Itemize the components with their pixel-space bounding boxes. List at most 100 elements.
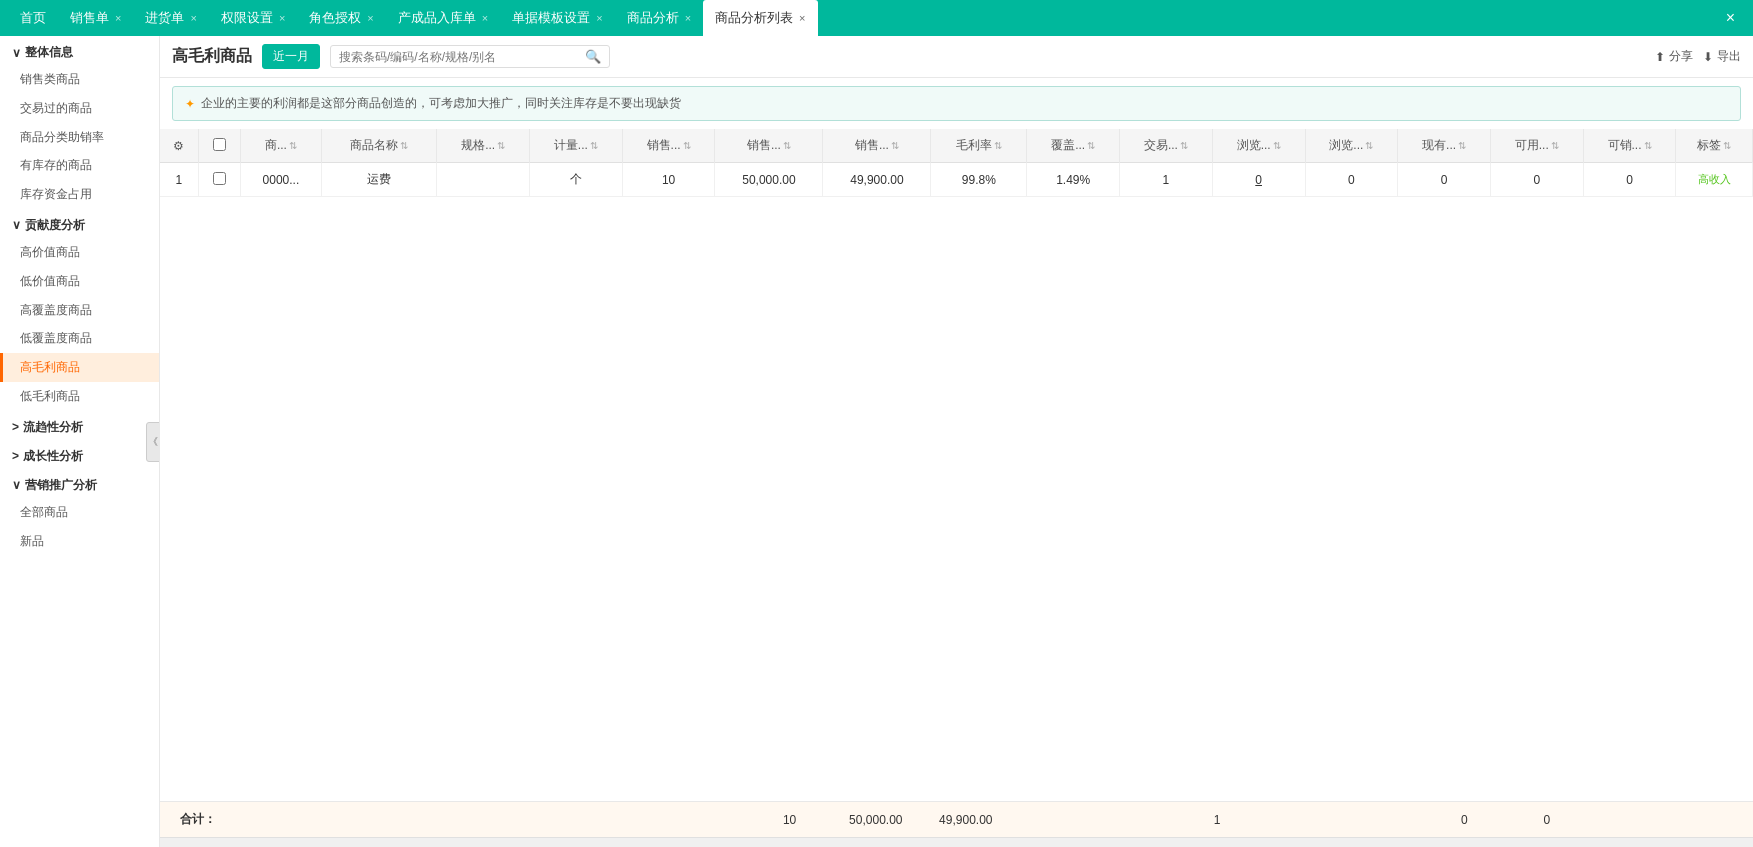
cell-code[interactable]: 0000... <box>241 163 322 197</box>
nav-item-单据模板设置[interactable]: 单据模板设置× <box>500 0 614 36</box>
sort-icon: ⇅ <box>1087 140 1095 151</box>
col-header-settings: ⚙ <box>160 129 198 163</box>
cell-checkbox[interactable] <box>198 163 240 197</box>
cell-name: 运费 <box>321 163 436 197</box>
nav-close-icon[interactable]: × <box>596 0 602 36</box>
cell-saleAmt2: 49,900.00 <box>823 163 931 197</box>
col-header-code[interactable]: 商...⇅ <box>241 129 322 163</box>
footer-cell-14: 0 <box>1423 813 1505 827</box>
cell-saleable: 0 <box>1583 163 1676 197</box>
sidebar-item-低毛利商品[interactable]: 低毛利商品 <box>0 382 159 411</box>
sidebar-group-贡献度分析[interactable]: ∨贡献度分析 <box>0 209 159 238</box>
footer-cell-7: 50,000.00 <box>831 813 921 827</box>
sidebar-item-有库存的商品[interactable]: 有库存的商品 <box>0 151 159 180</box>
col-header-browse1[interactable]: 浏览...⇅ <box>1212 129 1305 163</box>
cell-saleQty: 10 <box>622 163 715 197</box>
sidebar-group-营销推广分析[interactable]: ∨营销推广分析 <box>0 469 159 498</box>
info-icon: ✦ <box>185 97 195 111</box>
col-header-tag[interactable]: 标签⇅ <box>1676 129 1753 163</box>
search-input[interactable] <box>339 50 581 64</box>
nav-close-icon[interactable]: × <box>115 0 121 36</box>
sort-icon: ⇅ <box>1365 140 1373 151</box>
cell-grossRate: 99.8% <box>931 163 1027 197</box>
sort-icon: ⇅ <box>497 140 505 151</box>
nav-close-icon[interactable]: × <box>190 0 196 36</box>
close-all-button[interactable]: × <box>1716 9 1745 27</box>
settings-icon[interactable]: ⚙ <box>173 139 184 153</box>
select-all-checkbox[interactable] <box>213 138 226 151</box>
col-header-trade[interactable]: 交易...⇅ <box>1120 129 1213 163</box>
sidebar-item-高覆盖度商品[interactable]: 高覆盖度商品 <box>0 296 159 325</box>
sidebar-collapse-button[interactable]: 《 <box>146 422 160 462</box>
tag-badge: 高收入 <box>1698 173 1731 185</box>
cell-saleAmt: 50,000.00 <box>715 163 823 197</box>
nav-close-icon[interactable]: × <box>279 0 285 36</box>
col-header-saleQty[interactable]: 销售...⇅ <box>622 129 715 163</box>
sidebar-item-销售类商品[interactable]: 销售类商品 <box>0 65 159 94</box>
sidebar-item-交易过的商品[interactable]: 交易过的商品 <box>0 94 159 123</box>
sidebar-group-流趋性分析[interactable]: >流趋性分析 <box>0 411 159 440</box>
nav-item-商品分析列表[interactable]: 商品分析列表× <box>703 0 817 36</box>
sidebar-item-低覆盖度商品[interactable]: 低覆盖度商品 <box>0 324 159 353</box>
nav-item-商品分析[interactable]: 商品分析× <box>615 0 703 36</box>
sidebar-item-低价值商品[interactable]: 低价值商品 <box>0 267 159 296</box>
col-header-available[interactable]: 可用...⇅ <box>1490 129 1583 163</box>
col-header-spec[interactable]: 规格...⇅ <box>437 129 530 163</box>
search-icon[interactable]: 🔍 <box>585 49 601 64</box>
nav-close-icon[interactable]: × <box>799 0 805 36</box>
search-box: 🔍 <box>330 45 610 68</box>
col-header-saleAmt2[interactable]: 销售...⇅ <box>823 129 931 163</box>
col-header-grossRate[interactable]: 毛利率⇅ <box>931 129 1027 163</box>
nav-item-产成品入库单[interactable]: 产成品入库单× <box>386 0 500 36</box>
chevron-icon: > <box>12 420 19 434</box>
cell-browse2: 0 <box>1305 163 1398 197</box>
sidebar-item-库存资金占用[interactable]: 库存资金占用 <box>0 180 159 209</box>
cell-tag: 高收入 <box>1676 163 1753 197</box>
footer-cell-8: 49,900.00 <box>921 813 1011 827</box>
share-button[interactable]: ⬆ 分享 <box>1655 48 1693 65</box>
col-header-browse2[interactable]: 浏览...⇅ <box>1305 129 1398 163</box>
col-header-unit[interactable]: 计量...⇅ <box>530 129 623 163</box>
sidebar-item-新品[interactable]: 新品 <box>0 527 159 556</box>
cell-available: 0 <box>1490 163 1583 197</box>
sidebar-group-成长性分析[interactable]: >成长性分析 <box>0 440 159 469</box>
scroll-bar[interactable] <box>160 837 1753 847</box>
cell-current: 0 <box>1398 163 1491 197</box>
export-button[interactable]: ⬇ 导出 <box>1703 48 1741 65</box>
browse-link[interactable]: 0 <box>1255 173 1262 187</box>
col-header-coverage[interactable]: 覆盖...⇅ <box>1027 129 1120 163</box>
nav-item-权限设置[interactable]: 权限设置× <box>209 0 297 36</box>
sidebar-item-商品分类助销率[interactable]: 商品分类助销率 <box>0 123 159 152</box>
sort-icon: ⇅ <box>1458 140 1466 151</box>
nav-item-首页[interactable]: 首页 <box>8 0 58 36</box>
table-container: ⚙商...⇅商品名称⇅规格...⇅计量...⇅销售...⇅销售...⇅销售...… <box>160 129 1753 801</box>
chevron-icon: ∨ <box>12 478 21 492</box>
footer-cell-15: 0 <box>1506 813 1588 827</box>
cell-unit: 个 <box>530 163 623 197</box>
sort-icon: ⇅ <box>994 140 1002 151</box>
nav-close-icon[interactable]: × <box>685 0 691 36</box>
col-header-name[interactable]: 商品名称⇅ <box>321 129 436 163</box>
nav-close-icon[interactable]: × <box>482 0 488 36</box>
sidebar-group-整体信息[interactable]: ∨整体信息 <box>0 36 159 65</box>
nav-item-销售单[interactable]: 销售单× <box>58 0 133 36</box>
col-header-current[interactable]: 现有...⇅ <box>1398 129 1491 163</box>
info-text: 企业的主要的利润都是这部分商品创造的，可考虑加大推广，同时关注库存是不要出现缺货 <box>201 95 681 112</box>
nav-close-icon[interactable]: × <box>367 0 373 36</box>
col-header-saleAmt[interactable]: 销售...⇅ <box>715 129 823 163</box>
data-table: ⚙商...⇅商品名称⇅规格...⇅计量...⇅销售...⇅销售...⇅销售...… <box>160 129 1753 197</box>
nav-item-进货单[interactable]: 进货单× <box>133 0 208 36</box>
row-checkbox[interactable] <box>213 172 226 185</box>
sidebar-item-高毛利商品[interactable]: 高毛利商品 <box>0 353 159 382</box>
col-header-checkbox <box>198 129 240 163</box>
nav-item-角色授权[interactable]: 角色授权× <box>297 0 385 36</box>
col-header-saleable[interactable]: 可销...⇅ <box>1583 129 1676 163</box>
chevron-icon: ∨ <box>12 218 21 232</box>
sort-icon: ⇅ <box>683 140 691 151</box>
sidebar-item-高价值商品[interactable]: 高价值商品 <box>0 238 159 267</box>
cell-browse1[interactable]: 0 <box>1212 163 1305 197</box>
filter-recent-month-button[interactable]: 近一月 <box>262 44 320 69</box>
sidebar-item-全部商品[interactable]: 全部商品 <box>0 498 159 527</box>
sort-icon: ⇅ <box>1723 140 1731 151</box>
footer-total: 合计： 1050,000.0049,900.00100 <box>160 801 1753 837</box>
